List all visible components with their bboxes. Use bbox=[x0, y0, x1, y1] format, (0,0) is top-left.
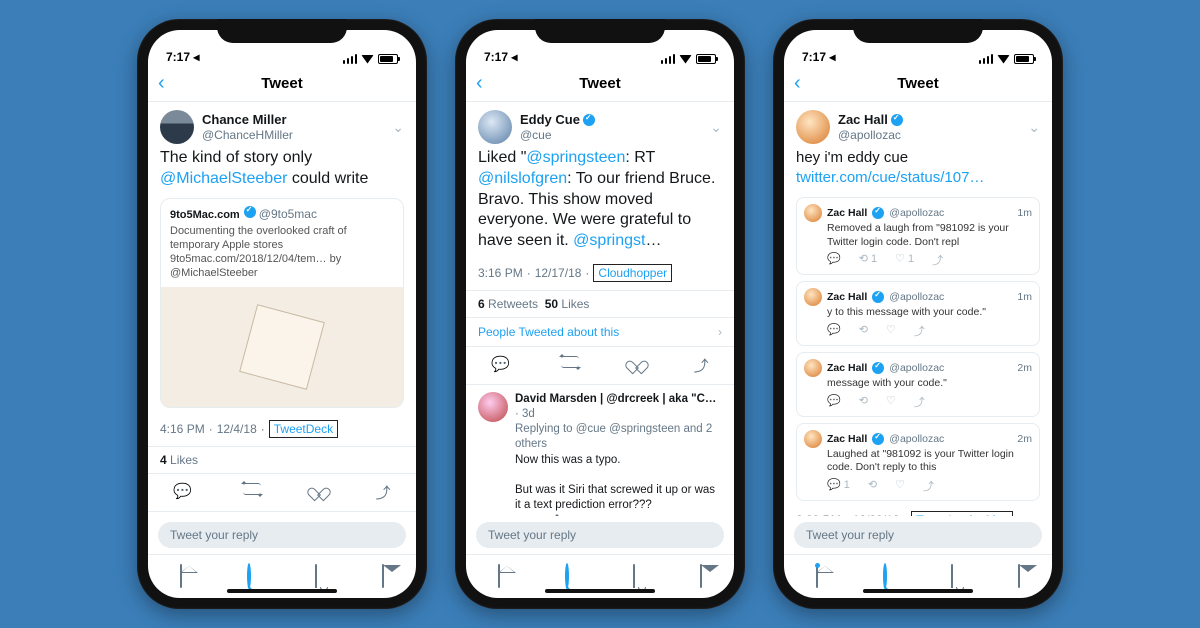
verified-icon bbox=[583, 114, 595, 126]
notch bbox=[217, 19, 347, 43]
home-indicator[interactable] bbox=[227, 589, 337, 593]
tweet-actions: 💬 ⤴ bbox=[148, 473, 416, 512]
mention-link[interactable]: @MichaelSteeber bbox=[160, 170, 287, 187]
retweet-icon[interactable] bbox=[243, 482, 261, 503]
page-title: Tweet bbox=[261, 75, 302, 92]
wifi-icon bbox=[361, 55, 374, 64]
back-button[interactable]: ‹ bbox=[794, 72, 801, 95]
more-icon[interactable]: ⌄ bbox=[1028, 119, 1040, 136]
home-indicator[interactable] bbox=[863, 589, 973, 593]
reply-input[interactable]: Tweet your reply bbox=[158, 522, 406, 548]
tab-search[interactable] bbox=[247, 565, 251, 588]
tab-notifications[interactable] bbox=[951, 565, 953, 588]
share-icon[interactable]: ⤴ bbox=[694, 355, 709, 376]
reply-text: Now this was a typo. But was it Siri tha… bbox=[515, 453, 722, 513]
source-label[interactable]: Cloudhopper bbox=[593, 264, 672, 282]
reply-input[interactable]: Tweet your reply bbox=[476, 522, 724, 548]
url-link[interactable]: twitter.com/cue/status/107… bbox=[796, 169, 984, 186]
notch bbox=[853, 19, 983, 43]
tab-messages[interactable] bbox=[382, 565, 384, 588]
tweet-stats[interactable]: 6 Retweets 50 Likes bbox=[466, 290, 734, 317]
screen: 7:17 ◂ ‹ Tweet Zac Hall @apollozac ⌄ hey… bbox=[784, 30, 1052, 598]
people-tweeted[interactable]: People Tweeted about this› bbox=[466, 317, 734, 346]
verified-icon bbox=[244, 206, 256, 218]
tab-home[interactable] bbox=[498, 565, 500, 588]
notch bbox=[535, 19, 665, 43]
avatar[interactable] bbox=[478, 392, 508, 422]
more-icon[interactable]: ⌄ bbox=[710, 119, 722, 136]
nav-header: ‹ Tweet bbox=[466, 66, 734, 102]
screen: 7:17 ◂ ‹ Tweet Eddy Cue @cue ⌄ Liked "@s… bbox=[466, 30, 734, 598]
user-handle[interactable]: @apollozac bbox=[838, 128, 903, 142]
tab-notifications[interactable] bbox=[315, 565, 317, 588]
location-icon: ◂ bbox=[193, 50, 199, 64]
quoted-text: Documenting the overlooked craft of temp… bbox=[161, 224, 403, 287]
tab-messages[interactable] bbox=[1018, 565, 1020, 588]
like-icon[interactable] bbox=[311, 482, 325, 503]
user-name[interactable]: Chance Miller bbox=[202, 112, 293, 128]
nav-header: ‹ Tweet bbox=[784, 66, 1052, 102]
page-title: Tweet bbox=[897, 75, 938, 92]
embedded-tweet[interactable]: Zac Hall@apollozac2m message with your c… bbox=[796, 352, 1040, 417]
user-name[interactable]: Eddy Cue bbox=[520, 112, 580, 128]
quoted-name: 9to5Mac.com bbox=[170, 209, 240, 221]
tab-notifications[interactable] bbox=[633, 565, 635, 588]
like-icon[interactable] bbox=[629, 355, 643, 376]
embedded-tweet[interactable]: Zac Hall@apollozac2m Laughed at "981092 … bbox=[796, 423, 1040, 501]
user-name[interactable]: Zac Hall bbox=[838, 112, 888, 128]
source-label[interactable]: TweetDeck bbox=[269, 420, 338, 438]
mention-link[interactable]: @nilslofgren bbox=[478, 170, 567, 187]
tab-search[interactable] bbox=[883, 565, 887, 588]
tweet-stats[interactable]: 4 Likes bbox=[148, 446, 416, 473]
tweet-meta: 4:16 PM · 12/4/18 · TweetDeck bbox=[148, 416, 416, 446]
user-handle[interactable]: @cue bbox=[520, 128, 595, 142]
back-button[interactable]: ‹ bbox=[476, 72, 483, 95]
tweet-text: Liked "@springsteen: RT @nilslofgren: To… bbox=[466, 148, 734, 260]
tab-search[interactable] bbox=[565, 565, 569, 588]
phone-frame: 7:17 ◂ ‹ Tweet Chance Miller @ChanceHMil… bbox=[137, 19, 427, 609]
tweet-text: The kind of story only @MichaelSteeber c… bbox=[148, 148, 416, 198]
embedded-tweet[interactable]: Zac Hall@apollozac1m y to this message w… bbox=[796, 281, 1040, 346]
mention-link[interactable]: @springst bbox=[573, 232, 645, 249]
cellular-icon bbox=[343, 54, 358, 64]
phone-frame: 7:17 ◂ ‹ Tweet Zac Hall @apollozac ⌄ hey… bbox=[773, 19, 1063, 609]
reply-item[interactable]: David Marsden | @drcreek | aka "C… · 3d … bbox=[466, 385, 734, 516]
tweet-meta: 2:29 PM · 12/20/18 · Tweetbot for Mac bbox=[784, 507, 1052, 516]
reply-icon[interactable]: 💬 bbox=[173, 482, 192, 503]
tweet-text: hey i'm eddy cue twitter.com/cue/status/… bbox=[784, 148, 1052, 195]
home-indicator[interactable] bbox=[545, 589, 655, 593]
phone-frame: 7:17 ◂ ‹ Tweet Eddy Cue @cue ⌄ Liked "@s… bbox=[455, 19, 745, 609]
tab-messages[interactable] bbox=[700, 565, 702, 588]
mention-link[interactable]: @springsteen bbox=[526, 149, 625, 166]
back-button[interactable]: ‹ bbox=[158, 72, 165, 95]
screen: 7:17 ◂ ‹ Tweet Chance Miller @ChanceHMil… bbox=[148, 30, 416, 598]
status-time: 7:17 bbox=[166, 50, 190, 64]
source-label[interactable]: Tweetbot for Mac bbox=[911, 511, 1013, 516]
avatar[interactable] bbox=[160, 110, 194, 144]
verified-icon bbox=[891, 114, 903, 126]
battery-icon bbox=[378, 54, 398, 64]
reply-icon[interactable]: 💬 bbox=[491, 355, 510, 376]
share-icon[interactable]: ⤴ bbox=[376, 482, 391, 503]
tweet-actions: 💬 ⤴ bbox=[466, 346, 734, 385]
reply-input[interactable]: Tweet your reply bbox=[794, 522, 1042, 548]
avatar[interactable] bbox=[478, 110, 512, 144]
nav-header: ‹ Tweet bbox=[148, 66, 416, 102]
page-title: Tweet bbox=[579, 75, 620, 92]
tab-home[interactable] bbox=[180, 565, 182, 588]
user-handle[interactable]: @ChanceHMiller bbox=[202, 128, 293, 142]
quoted-handle: @9to5mac bbox=[259, 207, 317, 221]
avatar[interactable] bbox=[796, 110, 830, 144]
embedded-tweet[interactable]: Zac Hall@apollozac1m Removed a laugh fro… bbox=[796, 197, 1040, 275]
retweet-icon[interactable] bbox=[561, 355, 579, 376]
more-icon[interactable]: ⌄ bbox=[392, 119, 404, 136]
tab-home[interactable] bbox=[816, 565, 818, 588]
quoted-image bbox=[161, 287, 403, 407]
tweet-meta: 3:16 PM · 12/17/18 · Cloudhopper bbox=[466, 260, 734, 290]
quoted-tweet[interactable]: 9to5Mac.com @9to5mac Documenting the ove… bbox=[160, 198, 404, 408]
